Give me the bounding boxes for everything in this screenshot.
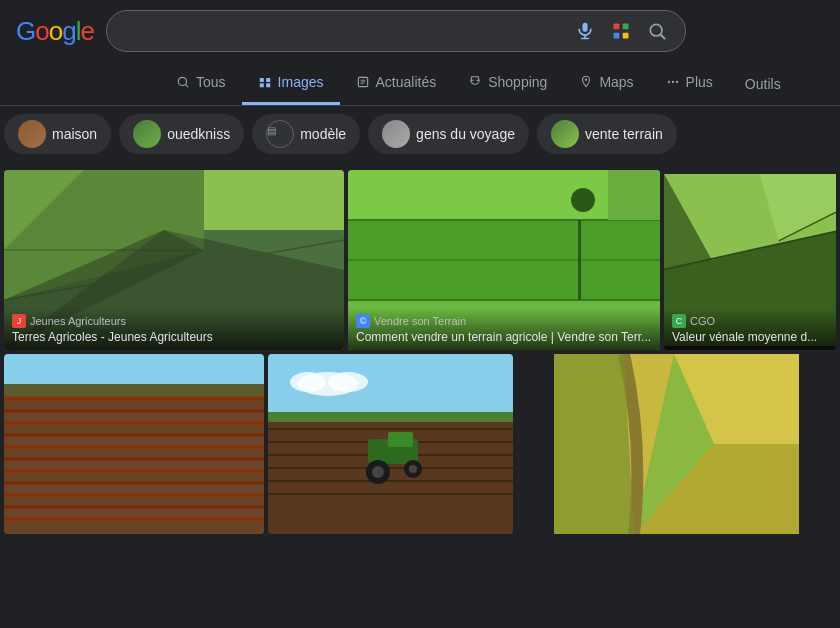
svg-rect-50 [4,354,264,384]
svg-rect-0 [582,23,587,32]
chip-thumb-ouedkniss [133,120,161,148]
image-5-visual [268,354,513,534]
maps-nav-icon [579,75,593,89]
search-icons [573,19,669,43]
svg-rect-12 [266,78,270,82]
image-1-title: Terres Agricoles - Jeunes Agriculteurs [12,330,336,344]
svg-point-81 [409,465,417,473]
svg-rect-38 [608,170,660,220]
chip-maison[interactable]: maison [4,114,111,154]
google-logo[interactable]: Google [16,16,94,47]
source-icon-1: J [12,314,26,328]
image-2-info: © Vendre son Terrain Comment vendre un t… [348,308,660,350]
svg-marker-88 [554,354,634,534]
image-1-info: J Jeunes Agriculteurs Terres Agricoles -… [4,308,344,350]
chip-ouedkniss[interactable]: ouedkniss [119,114,244,154]
svg-point-41 [571,188,595,212]
svg-line-10 [185,84,187,86]
svg-point-19 [585,79,587,81]
svg-point-22 [676,81,678,83]
image-3-info: C CGO Valeur vénale moyenne d... [664,308,836,350]
mic-button[interactable] [573,19,597,43]
svg-point-21 [671,81,673,83]
nav-item-images[interactable]: Images [242,62,340,105]
header: Google terrains agricoles [0,0,840,62]
svg-rect-14 [266,83,270,87]
news-nav-icon [356,75,370,89]
search-input[interactable]: terrains agricoles [123,22,565,40]
chip-gens-voyage[interactable]: gens du voyage [368,114,529,154]
svg-rect-11 [259,78,263,82]
image-3-source: C CGO [672,314,828,328]
svg-point-80 [372,466,384,478]
image-6-visual [517,354,836,534]
svg-rect-6 [623,33,629,39]
image-card-6[interactable] [517,354,836,534]
shopping-nav-icon [468,75,482,89]
svg-rect-3 [613,24,619,30]
svg-line-8 [661,35,665,39]
outils-button[interactable]: Outils [729,64,797,104]
image-row-1: J Jeunes Agriculteurs Terres Agricoles -… [4,170,836,350]
image-3-title: Valeur vénale moyenne d... [672,330,828,344]
svg-point-68 [328,372,368,392]
search-nav-icon [176,75,190,89]
image-4-visual [4,354,264,534]
search-bar: terrains agricoles [106,10,686,52]
more-nav-icon [666,75,680,89]
svg-rect-4 [623,24,629,30]
chip-thumb-maison [18,120,46,148]
svg-rect-13 [259,83,263,87]
lens-button[interactable] [609,19,633,43]
chip-thumb-modele: ▤ [266,120,294,148]
image-row-2 [4,354,836,534]
image-2-source: © Vendre son Terrain [356,314,652,328]
source-icon-2: © [356,314,370,328]
svg-rect-82 [388,432,413,447]
image-1-source: J Jeunes Agriculteurs [12,314,336,328]
image-card-4[interactable] [4,354,264,534]
svg-rect-5 [613,33,619,39]
nav-item-tous[interactable]: Tous [160,62,242,105]
image-card-3[interactable]: C CGO Valeur vénale moyenne d... [664,170,836,350]
svg-rect-76 [268,412,513,422]
search-submit-button[interactable] [645,19,669,43]
nav-item-shopping[interactable]: Shopping [452,62,563,105]
image-grid: J Jeunes Agriculteurs Terres Agricoles -… [0,162,840,546]
image-2-title: Comment vendre un terrain agricole | Ven… [356,330,652,344]
svg-rect-63 [4,384,264,396]
nav-item-maps[interactable]: Maps [563,62,649,105]
image-card-5[interactable] [268,354,513,534]
chip-thumb-vente-terrain [551,120,579,148]
image-card-2[interactable]: © Vendre son Terrain Comment vendre un t… [348,170,660,350]
chip-modele[interactable]: ▤ modèle [252,114,360,154]
chip-thumb-gens-voyage [382,120,410,148]
image-nav-icon [258,75,272,89]
nav-item-actualites[interactable]: Actualités [340,62,453,105]
svg-point-20 [667,81,669,83]
nav-bar: Tous Images Actualités Shopping Maps [0,62,840,106]
source-icon-3: C [672,314,686,328]
svg-rect-40 [578,220,581,300]
chips-row: maison ouedkniss ▤ modèle gens du voyage… [0,106,840,162]
nav-item-plus[interactable]: Plus [650,62,729,105]
chip-vente-terrain[interactable]: vente terrain [537,114,677,154]
svg-point-67 [290,372,326,392]
image-card-1[interactable]: J Jeunes Agriculteurs Terres Agricoles -… [4,170,344,350]
